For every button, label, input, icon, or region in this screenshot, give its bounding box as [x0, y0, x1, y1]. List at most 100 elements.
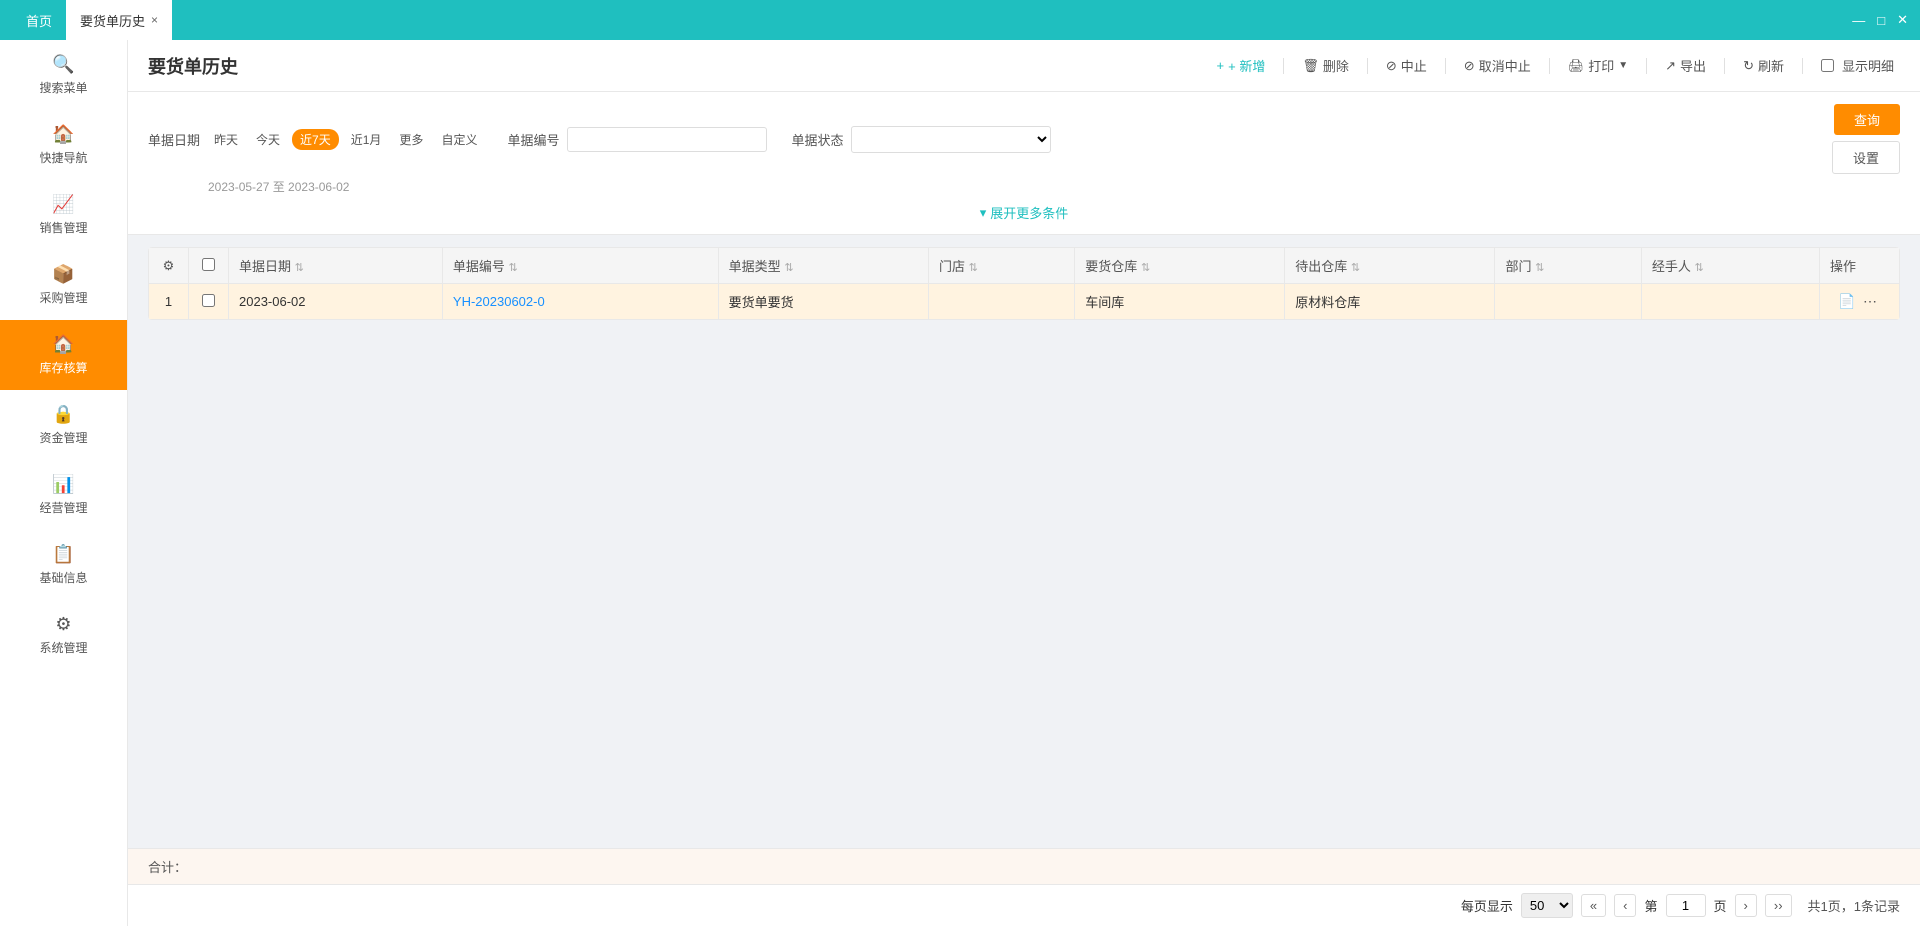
- display-detail-checkbox[interactable]: [1821, 59, 1834, 72]
- sort-req-wh-icon: ⇅: [1141, 262, 1150, 274]
- tab-close-icon[interactable]: ×: [151, 13, 158, 27]
- export-button[interactable]: ↗ 导出: [1659, 52, 1712, 79]
- cell-store: [928, 284, 1074, 320]
- refresh-button[interactable]: ↻ 刷新: [1737, 52, 1790, 79]
- inventory-icon: 🏠: [52, 334, 74, 355]
- top-bar-right: — □ ✕: [1852, 12, 1908, 28]
- tab-home[interactable]: 首页: [12, 0, 66, 40]
- stop-button[interactable]: ⊘ 中止: [1380, 52, 1433, 79]
- status-select[interactable]: [851, 126, 1051, 153]
- page-prefix-label: 第: [1644, 896, 1657, 915]
- delete-icon: 🗑: [1302, 58, 1319, 74]
- page-size-label: 每页显示: [1461, 896, 1513, 915]
- sidebar-item-sys-mgmt[interactable]: ⚙ 系统管理: [0, 600, 127, 670]
- prev-page-button[interactable]: ‹: [1614, 894, 1636, 917]
- table-wrapper: ⚙ 单据日期 ⇅ 单据编号 ⇅: [128, 235, 1920, 848]
- filter-row: 单据日期 昨天 今天 近7天 近1月 更多 自定义 单据编号 单据状态: [148, 104, 1900, 174]
- setting-button[interactable]: 设置: [1832, 141, 1900, 174]
- cell-handler: [1641, 284, 1819, 320]
- last-page-button[interactable]: ››: [1765, 894, 1792, 917]
- date-range-display: 2023-05-27 至 2023-06-02: [148, 178, 1900, 195]
- col-bill-no[interactable]: 单据编号 ⇅: [442, 248, 718, 284]
- sidebar-item-quick-nav[interactable]: 🏠 快捷导航: [0, 110, 127, 180]
- row-checkbox[interactable]: [202, 294, 215, 307]
- delete-button[interactable]: 🗑 删除: [1296, 52, 1355, 79]
- col-bill-type[interactable]: 单据类型 ⇅: [718, 248, 928, 284]
- col-bill-date-label: 单据日期: [239, 259, 291, 274]
- date-more[interactable]: 更多: [393, 129, 429, 150]
- col-department-label: 部门: [1505, 259, 1531, 274]
- page-number-input[interactable]: [1666, 894, 1706, 917]
- divider-5: [1646, 58, 1647, 74]
- col-pending-warehouse-label: 待出仓库: [1295, 259, 1347, 274]
- date-custom[interactable]: 自定义: [435, 129, 483, 150]
- table-settings-icon[interactable]: ⚙: [163, 258, 175, 273]
- col-operation: 操作: [1820, 248, 1900, 284]
- cell-bill-no: YH-20230602-0: [442, 284, 718, 320]
- sidebar-item-basic-info[interactable]: 📋 基础信息: [0, 530, 127, 600]
- sidebar-item-inventory-calc[interactable]: 🏠 库存核算: [0, 320, 127, 390]
- ops-icon: 📊: [52, 474, 74, 495]
- date-yesterday[interactable]: 昨天: [208, 129, 244, 150]
- divider-2: [1367, 58, 1368, 74]
- table-footer: 合计：: [128, 848, 1920, 884]
- col-req-warehouse-label: 要货仓库: [1085, 259, 1137, 274]
- bill-no-link[interactable]: YH-20230602-0: [453, 294, 545, 309]
- select-all-checkbox[interactable]: [202, 258, 215, 271]
- stop-icon: ⊘: [1386, 58, 1397, 74]
- new-button[interactable]: + + 新增: [1211, 52, 1272, 79]
- print-button[interactable]: 🖨 打印 ▼: [1562, 52, 1634, 79]
- page-title: 要货单历史: [148, 53, 238, 79]
- cell-checkbox: [189, 284, 229, 320]
- sort-handler-icon: ⇅: [1694, 262, 1703, 274]
- bill-no-input[interactable]: [567, 127, 767, 152]
- window-minimize-icon[interactable]: —: [1852, 13, 1865, 28]
- top-bar: 首页 要货单历史 × — □ ✕: [0, 0, 1920, 40]
- page-size-select[interactable]: 50 20 100: [1521, 893, 1573, 918]
- col-checkbox: [189, 248, 229, 284]
- window-maximize-icon[interactable]: □: [1877, 13, 1885, 28]
- col-store-label: 门店: [939, 259, 965, 274]
- tab-requisition-history[interactable]: 要货单历史 ×: [66, 0, 172, 40]
- gear-icon: ⚙: [55, 614, 71, 635]
- col-settings[interactable]: ⚙: [149, 248, 189, 284]
- col-req-warehouse[interactable]: 要货仓库 ⇅: [1075, 248, 1285, 284]
- sidebar-item-purchase-mgmt[interactable]: 📦 采购管理: [0, 250, 127, 320]
- next-page-button[interactable]: ›: [1735, 894, 1757, 917]
- sort-dept-icon: ⇅: [1535, 262, 1544, 274]
- sidebar-item-finance-mgmt[interactable]: 🔒 资金管理: [0, 390, 127, 460]
- expand-icon: ▾: [980, 205, 987, 221]
- data-table: ⚙ 单据日期 ⇅ 单据编号 ⇅: [148, 247, 1900, 320]
- date-1month[interactable]: 近1月: [345, 129, 388, 150]
- print-chevron-icon: ▼: [1618, 60, 1628, 71]
- date-today[interactable]: 今天: [250, 129, 286, 150]
- filter-area: 单据日期 昨天 今天 近7天 近1月 更多 自定义 单据编号 单据状态: [128, 92, 1920, 235]
- cancel-stop-button[interactable]: ⊘ 取消中止: [1458, 52, 1537, 79]
- sidebar-item-search-menu[interactable]: 🔍 搜索菜单: [0, 40, 127, 110]
- col-handler[interactable]: 经手人 ⇅: [1641, 248, 1819, 284]
- expand-filter-button[interactable]: ▾ 展开更多条件: [148, 203, 1900, 222]
- sidebar-item-sales-mgmt[interactable]: 📈 销售管理: [0, 180, 127, 250]
- row-edit-icon[interactable]: 📄: [1838, 293, 1855, 309]
- query-button[interactable]: 查询: [1834, 104, 1900, 135]
- col-store[interactable]: 门店 ⇅: [928, 248, 1074, 284]
- export-icon: ↗: [1665, 58, 1676, 74]
- sidebar-item-ops-mgmt[interactable]: 📊 经营管理: [0, 460, 127, 530]
- total-info: 共1页，1条记录: [1808, 896, 1900, 915]
- divider-3: [1445, 58, 1446, 74]
- window-close-icon[interactable]: ✕: [1897, 12, 1908, 28]
- filter-bill-no: 单据编号: [507, 127, 767, 152]
- col-bill-date[interactable]: 单据日期 ⇅: [229, 248, 443, 284]
- col-department[interactable]: 部门 ⇅: [1495, 248, 1641, 284]
- date-7days[interactable]: 近7天: [292, 129, 339, 150]
- divider-6: [1724, 58, 1725, 74]
- search-icon: 🔍: [52, 54, 74, 75]
- sort-billno-icon: ⇅: [509, 262, 518, 274]
- page-suffix-label: 页: [1714, 896, 1727, 915]
- row-more-icon[interactable]: ⋯: [1863, 293, 1877, 309]
- first-page-button[interactable]: «: [1581, 894, 1606, 917]
- display-detail-toggle[interactable]: 显示明细: [1815, 52, 1900, 79]
- col-handler-label: 经手人: [1652, 259, 1691, 274]
- col-pending-warehouse[interactable]: 待出仓库 ⇅: [1285, 248, 1495, 284]
- cell-pending-warehouse: 原材料仓库: [1285, 284, 1495, 320]
